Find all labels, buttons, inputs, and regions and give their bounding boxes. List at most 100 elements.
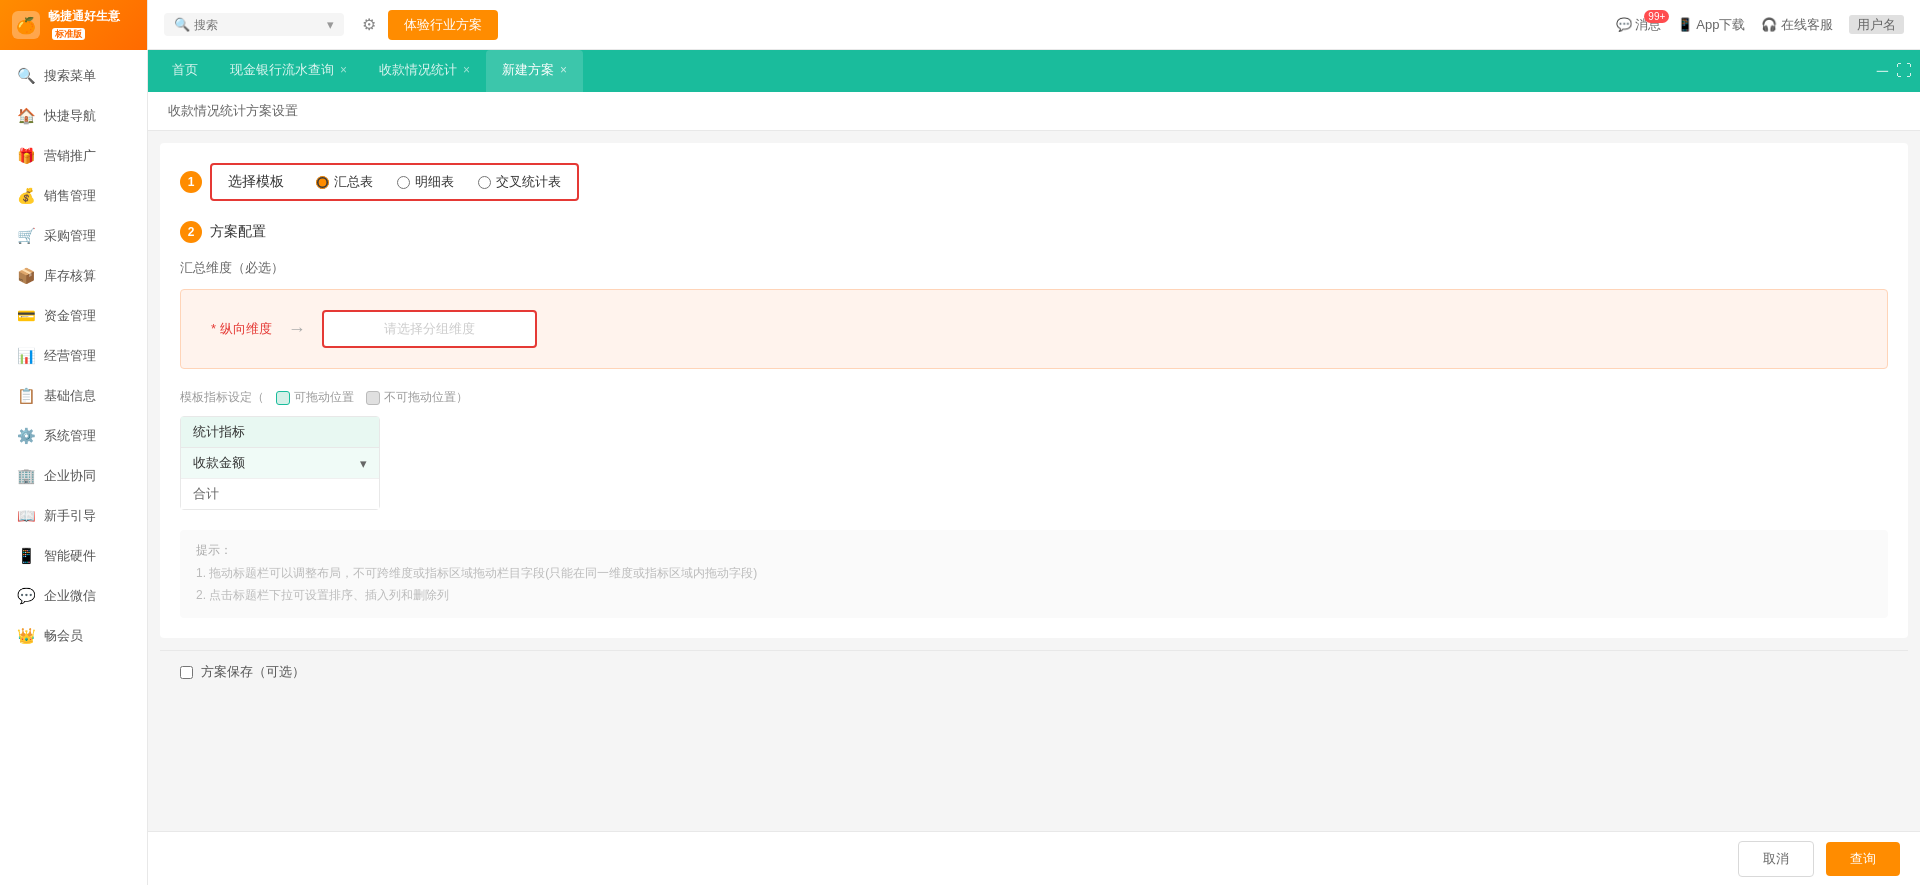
radio-detail[interactable]: 明细表 [397, 173, 454, 191]
sidebar-item-label: 系统管理 [44, 427, 96, 445]
sidebar-item-basic-info[interactable]: 📋 基础信息 [0, 376, 147, 416]
sidebar-item-inventory[interactable]: 📦 库存核算 [0, 256, 147, 296]
tabbar-actions: ─ ⛶ [1877, 50, 1912, 92]
tab-maximize-icon[interactable]: ⛶ [1896, 62, 1912, 80]
tips-area: 提示： 1. 拖动标题栏可以调整布局，不可跨维度或指标区域拖动栏目字段(只能在同… [180, 530, 1888, 618]
sidebar-item-quick-nav[interactable]: 🏠 快捷导航 [0, 96, 147, 136]
tab-collection-stats[interactable]: 收款情况统计 × [363, 50, 486, 92]
metrics-section: 模板指标设定（ 可拖动位置 不可拖动位置） 统计指标 收 [180, 389, 1888, 510]
tips-item-2: 2. 点击标题栏下拉可设置排序、插入列和删除列 [196, 585, 1872, 607]
operations-icon: 📊 [16, 346, 36, 366]
sidebar-item-smart-hw[interactable]: 📱 智能硬件 [0, 536, 147, 576]
sidebar-item-label: 营销推广 [44, 147, 96, 165]
radio-summary-input[interactable] [316, 176, 329, 189]
trial-industry-button[interactable]: 体验行业方案 [388, 10, 498, 40]
notification-badge: 99+ [1644, 10, 1669, 23]
dimension-area: 纵向维度 → 请选择分组维度 [180, 289, 1888, 369]
movable-hint-label: 可拖动位置 [294, 389, 354, 406]
sidebar-item-label: 采购管理 [44, 227, 96, 245]
user-avatar: 用户名 [1849, 15, 1904, 34]
marketing-icon: 🎁 [16, 146, 36, 166]
save-checkbox[interactable] [180, 666, 193, 679]
notification-button[interactable]: 💬 消息 99+ [1616, 16, 1662, 34]
query-button[interactable]: 查询 [1826, 842, 1900, 876]
form-section: 1 选择模板 汇总表 明细表 交叉统计表 [160, 143, 1908, 638]
save-option-row: 方案保存（可选） [160, 650, 1908, 693]
fixed-dot [366, 391, 380, 405]
cancel-button[interactable]: 取消 [1738, 841, 1814, 877]
gear-icon[interactable]: ⚙ [362, 15, 376, 34]
sidebar-item-search-menu[interactable]: 🔍 搜索菜单 [0, 56, 147, 96]
fixed-hint: 不可拖动位置） [366, 389, 468, 406]
tab-cash-bank-label: 现金银行流水查询 [230, 61, 334, 79]
stats-sub-row: 合计 [181, 478, 379, 509]
sidebar-item-label: 搜索菜单 [44, 67, 96, 85]
stats-metric-row[interactable]: 收款金额 ▾ [181, 448, 379, 478]
tab-new-plan-label: 新建方案 [502, 61, 554, 79]
sidebar-item-operations[interactable]: 📊 经营管理 [0, 336, 147, 376]
quick-nav-icon: 🏠 [16, 106, 36, 126]
tab-new-plan[interactable]: 新建方案 × [486, 50, 583, 92]
sidebar-item-label: 快捷导航 [44, 107, 96, 125]
member-icon: 👑 [16, 626, 36, 646]
message-icon: 💬 [1616, 17, 1632, 32]
sidebar-item-guide[interactable]: 📖 新手引导 [0, 496, 147, 536]
system-icon: ⚙️ [16, 426, 36, 446]
tab-home[interactable]: 首页 [156, 50, 214, 92]
online-support-button[interactable]: 🎧 在线客服 [1761, 16, 1833, 34]
sidebar-item-enterprise[interactable]: 🏢 企业协同 [0, 456, 147, 496]
sidebar-item-label: 智能硬件 [44, 547, 96, 565]
dimension-placeholder-text: 请选择分组维度 [384, 321, 475, 336]
sidebar-item-label: 资金管理 [44, 307, 96, 325]
wechat-icon: 💬 [16, 586, 36, 606]
sidebar-item-label: 企业协同 [44, 467, 96, 485]
sidebar-item-label: 企业微信 [44, 587, 96, 605]
download-icon: 📱 [1677, 17, 1693, 32]
radio-detail-label: 明细表 [415, 173, 454, 191]
save-option-label[interactable]: 方案保存（可选） [201, 663, 305, 681]
tab-collection-stats-close[interactable]: × [463, 63, 470, 77]
tab-cash-bank-close[interactable]: × [340, 63, 347, 77]
step2-row: 2 方案配置 [180, 221, 1888, 243]
search-input[interactable] [194, 18, 323, 32]
logo-text: 畅捷通好生意 [48, 9, 120, 25]
sidebar-item-wechat[interactable]: 💬 企业微信 [0, 576, 147, 616]
sidebar-item-purchase[interactable]: 🛒 采购管理 [0, 216, 147, 256]
radio-summary[interactable]: 汇总表 [316, 173, 373, 191]
step1-row: 1 选择模板 汇总表 明细表 交叉统计表 [180, 163, 1888, 201]
enterprise-icon: 🏢 [16, 466, 36, 486]
radio-cross-input[interactable] [478, 176, 491, 189]
search-box[interactable]: 🔍 ▾ [164, 13, 344, 36]
app-download-button[interactable]: 📱 App下载 [1677, 16, 1745, 34]
sidebar-item-system[interactable]: ⚙️ 系统管理 [0, 416, 147, 456]
movable-dot [276, 391, 290, 405]
sidebar-item-label: 库存核算 [44, 267, 96, 285]
sidebar-item-sales[interactable]: 💰 销售管理 [0, 176, 147, 216]
step1-number: 1 [180, 171, 202, 193]
dimension-section-label: 汇总维度（必选） [180, 259, 1888, 277]
template-selection-box: 选择模板 汇总表 明细表 交叉统计表 [210, 163, 579, 201]
dimension-placeholder-select[interactable]: 请选择分组维度 [322, 310, 537, 348]
user-info[interactable]: 用户名 [1849, 16, 1904, 34]
radio-detail-input[interactable] [397, 176, 410, 189]
sidebar-item-label: 经营管理 [44, 347, 96, 365]
dimension-row: 纵向维度 → 请选择分组维度 [211, 310, 1857, 348]
stats-metric-label: 收款金额 [193, 454, 352, 472]
main-area: 🔍 ▾ ⚙ 体验行业方案 💬 消息 99+ 📱 App下载 🎧 在线客服 用户名 [148, 0, 1920, 885]
config-area: 汇总维度（必选） 纵向维度 → 请选择分组维度 模板指标设定（ [180, 259, 1888, 618]
radio-cross[interactable]: 交叉统计表 [478, 173, 561, 191]
sidebar-item-finance[interactable]: 💳 资金管理 [0, 296, 147, 336]
tab-minimize-icon[interactable]: ─ [1877, 62, 1888, 80]
inventory-icon: 📦 [16, 266, 36, 286]
metrics-section-title: 模板指标设定（ [180, 389, 264, 406]
stats-dropdown-icon[interactable]: ▾ [360, 456, 367, 471]
tab-cash-bank[interactable]: 现金银行流水查询 × [214, 50, 363, 92]
sidebar-item-marketing[interactable]: 🎁 营销推广 [0, 136, 147, 176]
breadcrumb: 收款情况统计方案设置 [148, 92, 1920, 131]
tab-new-plan-close[interactable]: × [560, 63, 567, 77]
sidebar-item-member[interactable]: 👑 畅会员 [0, 616, 147, 656]
vertical-dimension-label: 纵向维度 [211, 320, 272, 338]
chevron-down-icon[interactable]: ▾ [327, 17, 334, 32]
sidebar-item-label: 新手引导 [44, 507, 96, 525]
sidebar: 🍊 畅捷通好生意 标准版 🔍 搜索菜单 🏠 快捷导航 🎁 营销推广 💰 销售管理… [0, 0, 148, 885]
